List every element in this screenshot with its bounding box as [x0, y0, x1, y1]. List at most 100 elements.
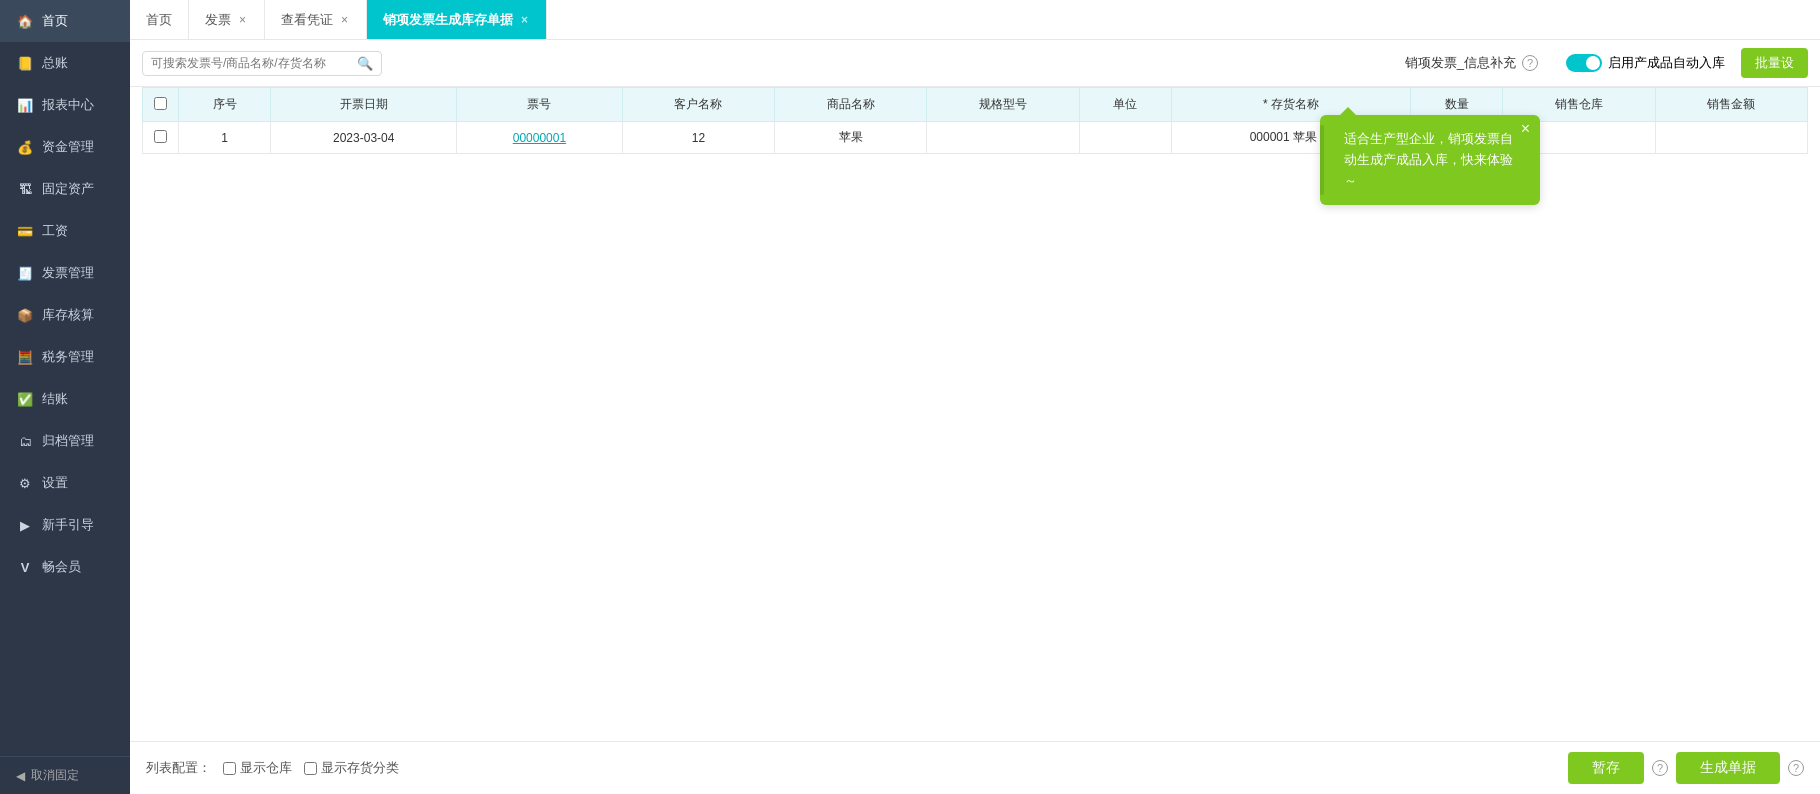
- th-customer: 客户名称: [622, 88, 774, 122]
- search-input[interactable]: [151, 56, 353, 70]
- sidebar-label-archive: 归档管理: [42, 432, 94, 450]
- sidebar-item-tax[interactable]: 🧮 税务管理: [0, 336, 130, 378]
- home-icon: 🏠: [16, 12, 34, 30]
- show-warehouse-checkbox[interactable]: [223, 762, 236, 775]
- list-config: 列表配置： 显示仓库 显示存货分类: [146, 759, 399, 777]
- sidebar-item-assets[interactable]: 🏗 固定资产: [0, 168, 130, 210]
- tab-bar: 首页 发票 × 查看凭证 × 销项发票生成库存单据 ×: [130, 0, 1820, 40]
- show-category-checkbox[interactable]: [304, 762, 317, 775]
- tab-invoice-close[interactable]: ×: [237, 13, 248, 27]
- sidebar-label-reports: 报表中心: [42, 96, 94, 114]
- row-checkbox-cell[interactable]: [143, 122, 179, 154]
- save-help-icon[interactable]: ?: [1652, 760, 1668, 776]
- sidebar-label-labor: 工资: [42, 222, 68, 240]
- row-checkbox[interactable]: [154, 130, 167, 143]
- sidebar-item-funds[interactable]: 💰 资金管理: [0, 126, 130, 168]
- unpin-arrow-icon: ◀: [16, 769, 25, 783]
- config-label: 列表配置：: [146, 759, 211, 777]
- th-unit: 单位: [1079, 88, 1171, 122]
- toolbar: 🔍 销项发票_信息补充 ? 启用产成品自动入库 批量设: [130, 40, 1820, 87]
- tooltip-left-bar: [1320, 125, 1324, 195]
- ledger-icon: 📒: [16, 54, 34, 72]
- sidebar-item-warehouse[interactable]: 📦 库存核算: [0, 294, 130, 336]
- show-warehouse-label[interactable]: 显示仓库: [223, 759, 292, 777]
- member-icon: V: [16, 558, 34, 576]
- generate-button[interactable]: 生成单据: [1676, 752, 1780, 784]
- batch-button[interactable]: 批量设: [1741, 48, 1808, 78]
- tooltip-text: 适合生产型企业，销项发票自动生成产成品入库，快来体验～: [1336, 129, 1524, 191]
- guide-icon: ▶: [16, 516, 34, 534]
- th-checkbox: [143, 88, 179, 122]
- sidebar-item-settings[interactable]: ⚙ 设置: [0, 462, 130, 504]
- page-content: 🔍 销项发票_信息补充 ? 启用产成品自动入库 批量设: [130, 40, 1820, 794]
- th-number: 票号: [457, 88, 623, 122]
- funds-icon: 💰: [16, 138, 34, 156]
- generate-help-icon[interactable]: ?: [1788, 760, 1804, 776]
- sidebar-item-ledger[interactable]: 📒 总账: [0, 42, 130, 84]
- invoice-icon: 🧾: [16, 264, 34, 282]
- sidebar-label-warehouse: 库存核算: [42, 306, 94, 324]
- unpin-label: 取消固定: [31, 767, 79, 784]
- row-date: 2023-03-04: [271, 122, 457, 154]
- checkout-icon: ✅: [16, 390, 34, 408]
- tab-invoice-label: 发票: [205, 11, 231, 29]
- data-table: 序号 开票日期 票号 客户名称 商品名称 规格型号 单位 * 存货名称 数量 销…: [142, 87, 1808, 154]
- tab-home[interactable]: 首页: [130, 0, 189, 39]
- tab-generate[interactable]: 销项发票生成库存单据 ×: [367, 0, 547, 39]
- main-content: 首页 发票 × 查看凭证 × 销项发票生成库存单据 × 🔍 销项发票_信息补充 …: [130, 0, 1820, 794]
- show-warehouse-text: 显示仓库: [240, 759, 292, 777]
- sidebar-item-checkout[interactable]: ✅ 结账: [0, 378, 130, 420]
- sidebar-label-checkout: 结账: [42, 390, 68, 408]
- auto-import-toggle[interactable]: [1566, 54, 1602, 72]
- info-help-icon[interactable]: ?: [1522, 55, 1538, 71]
- row-amount: [1655, 122, 1807, 154]
- sidebar-label-member: 畅会员: [42, 558, 81, 576]
- th-seq: 序号: [179, 88, 271, 122]
- tab-generate-label: 销项发票生成库存单据: [383, 11, 513, 29]
- tab-generate-close[interactable]: ×: [519, 13, 530, 27]
- sidebar-item-home[interactable]: 🏠 首页: [0, 0, 130, 42]
- sidebar-item-archive[interactable]: 🗂 归档管理: [0, 420, 130, 462]
- row-spec: [927, 122, 1079, 154]
- sidebar-item-member[interactable]: V 畅会员: [0, 546, 130, 588]
- row-unit: [1079, 122, 1171, 154]
- table-container: 序号 开票日期 票号 客户名称 商品名称 规格型号 单位 * 存货名称 数量 销…: [130, 87, 1820, 741]
- th-amount: 销售金额: [1655, 88, 1807, 122]
- tab-voucher-close[interactable]: ×: [339, 13, 350, 27]
- sidebar-item-labor[interactable]: 💳 工资: [0, 210, 130, 252]
- tax-icon: 🧮: [16, 348, 34, 366]
- save-button[interactable]: 暂存: [1568, 752, 1644, 784]
- sidebar-item-reports[interactable]: 📊 报表中心: [0, 84, 130, 126]
- tab-home-label: 首页: [146, 11, 172, 29]
- row-product: 苹果: [775, 122, 927, 154]
- tab-voucher[interactable]: 查看凭证 ×: [265, 0, 367, 39]
- warehouse-icon: 📦: [16, 306, 34, 324]
- sidebar-item-invoice[interactable]: 🧾 发票管理: [0, 252, 130, 294]
- search-box[interactable]: 🔍: [142, 51, 382, 76]
- sidebar-label-tax: 税务管理: [42, 348, 94, 366]
- sidebar-label-guide: 新手引导: [42, 516, 94, 534]
- row-number[interactable]: 00000001: [457, 122, 623, 154]
- tooltip-close-button[interactable]: ×: [1521, 121, 1530, 137]
- tab-invoice[interactable]: 发票 ×: [189, 0, 265, 39]
- table-header-row: 序号 开票日期 票号 客户名称 商品名称 规格型号 单位 * 存货名称 数量 销…: [143, 88, 1808, 122]
- th-product: 商品名称: [775, 88, 927, 122]
- sidebar: 🏠 首页 📒 总账 📊 报表中心 💰 资金管理 🏗 固定资产 💳 工资 🧾 发票…: [0, 0, 130, 794]
- tooltip-popup: × 适合生产型企业，销项发票自动生成产成品入库，快来体验～: [1320, 115, 1540, 205]
- reports-icon: 📊: [16, 96, 34, 114]
- select-all-checkbox[interactable]: [154, 97, 167, 110]
- toggle-section: 启用产成品自动入库: [1566, 54, 1725, 72]
- bottom-bar: 列表配置： 显示仓库 显示存货分类 暂存 ? 生成单据 ?: [130, 741, 1820, 794]
- sidebar-label-assets: 固定资产: [42, 180, 94, 198]
- table-row: 1 2023-03-04 00000001 12 苹果 000001 苹果 个 …: [143, 122, 1808, 154]
- action-buttons: 暂存 ? 生成单据 ?: [1568, 752, 1804, 784]
- info-label: 销项发票_信息补充: [1405, 54, 1516, 72]
- sidebar-item-guide[interactable]: ▶ 新手引导: [0, 504, 130, 546]
- row-number-link[interactable]: 00000001: [513, 131, 566, 145]
- unpin-button[interactable]: ◀ 取消固定: [0, 756, 130, 794]
- sidebar-label-funds: 资金管理: [42, 138, 94, 156]
- show-category-label[interactable]: 显示存货分类: [304, 759, 399, 777]
- toggle-label: 启用产成品自动入库: [1608, 54, 1725, 72]
- sidebar-label-home: 首页: [42, 12, 68, 30]
- settings-icon: ⚙: [16, 474, 34, 492]
